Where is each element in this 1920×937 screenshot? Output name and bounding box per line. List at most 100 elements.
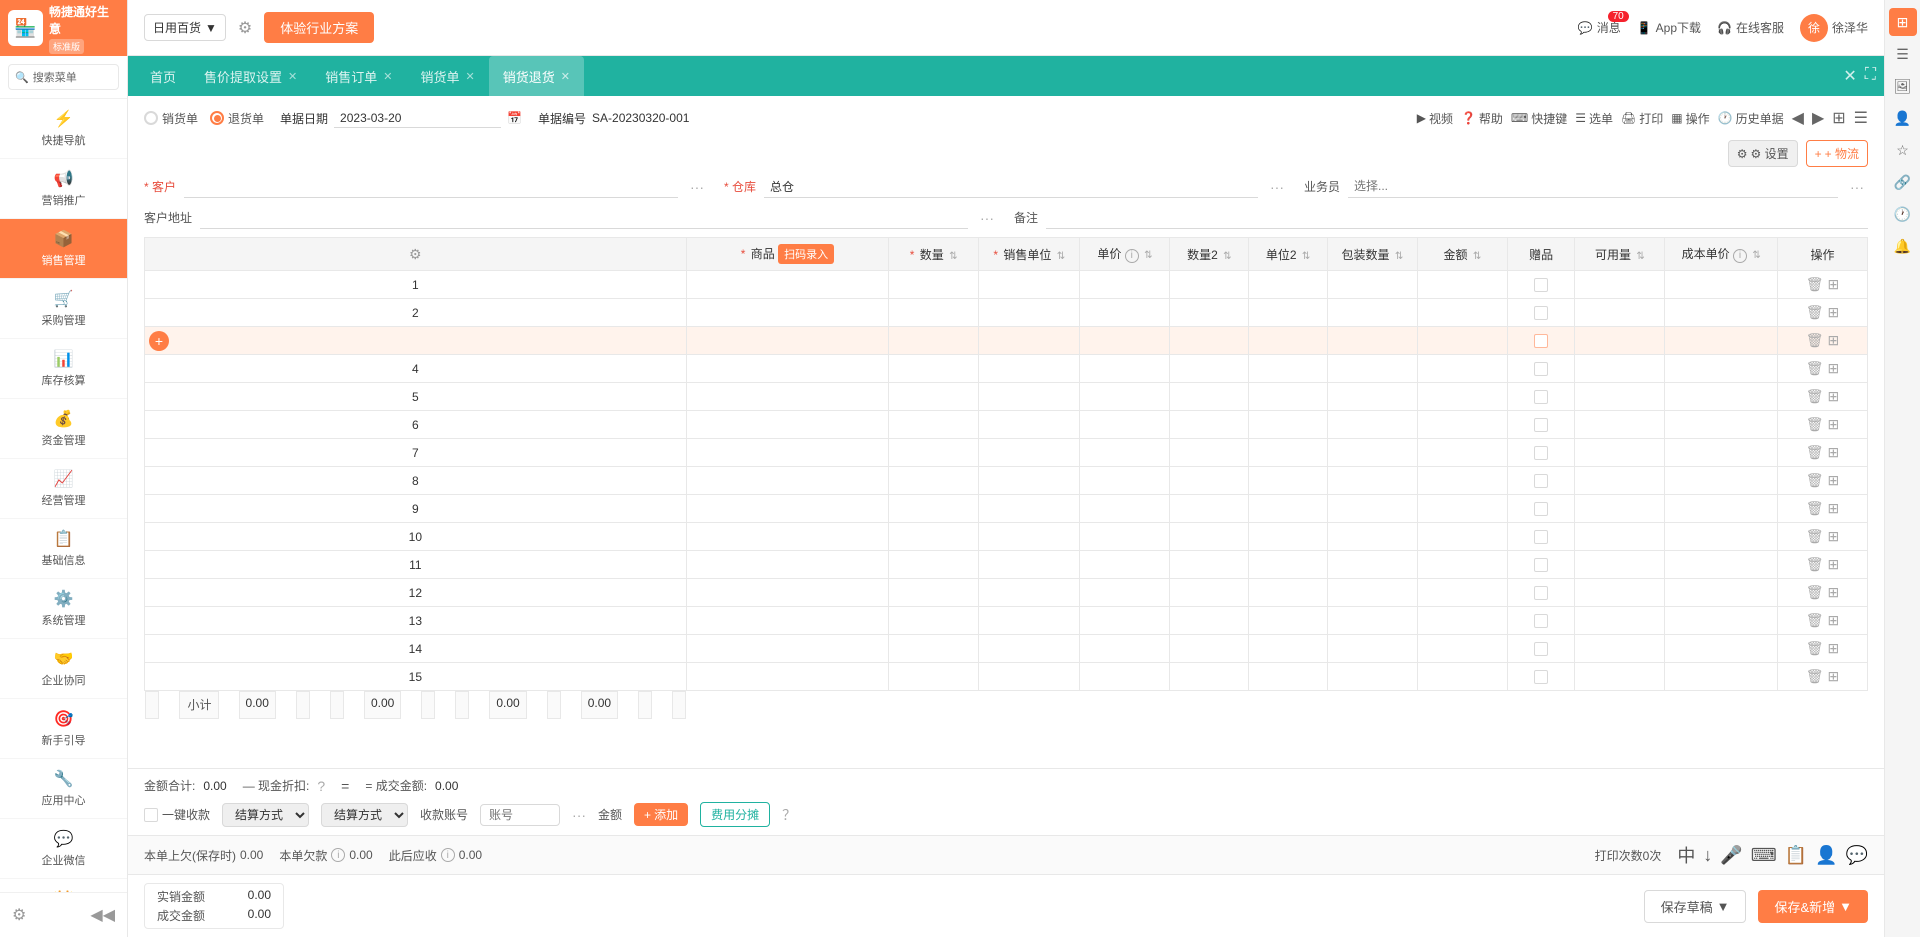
delete-row-2-btn[interactable]: 🗑 xyxy=(1806,304,1824,320)
maximize-button[interactable]: ⛶ xyxy=(1865,66,1876,86)
sidebar-item-purchase-mgmt[interactable]: 🛒 采购管理 xyxy=(0,279,127,339)
account-input[interactable] xyxy=(480,804,560,826)
amount-cell-3[interactable] xyxy=(1417,327,1507,355)
unit2-sort-icon[interactable]: ⇅ xyxy=(1302,251,1310,262)
copy-row-2-btn[interactable]: ⊞ xyxy=(1827,304,1839,320)
list-view-button[interactable]: ☰ xyxy=(1854,108,1868,128)
sidebar-item-marketing[interactable]: 📢 营销推广 xyxy=(0,159,127,219)
settlement-method-select[interactable]: 结算方式 xyxy=(222,803,309,827)
gift-cell-3[interactable] xyxy=(1507,327,1575,355)
taskbar-download-icon[interactable]: ↓ xyxy=(1703,845,1712,866)
close-price-setting-tab[interactable]: ✕ xyxy=(288,70,297,83)
unit2-cell-1[interactable] xyxy=(1249,271,1328,299)
taskbar-zh-icon[interactable]: 中 xyxy=(1677,842,1695,868)
sidebar-item-system[interactable]: ⚙️ 系统管理 xyxy=(0,579,127,639)
account-more-button[interactable]: ··· xyxy=(572,807,586,823)
taskbar-chat-icon[interactable]: 💬 xyxy=(1846,845,1868,866)
save-draft-button[interactable]: 保存草稿 ▼ xyxy=(1644,890,1747,923)
add-logistics-button[interactable]: + + 物流 xyxy=(1806,140,1868,167)
amount-cell-2[interactable] xyxy=(1417,299,1507,327)
tab-home[interactable]: 首页 xyxy=(136,56,190,96)
unit-cell-1[interactable] xyxy=(979,271,1080,299)
sidebar-item-enterprise[interactable]: 🤝 企业协同 xyxy=(0,639,127,699)
fee-question-icon[interactable]: ？ xyxy=(782,805,796,825)
price-info-icon[interactable]: i xyxy=(1125,249,1139,263)
sidebar-item-quick-nav[interactable]: ⚡ 快捷导航 xyxy=(0,99,127,159)
packqty-cell-1[interactable] xyxy=(1327,271,1417,299)
gift-checkbox-3[interactable] xyxy=(1534,334,1548,348)
receivable-info-icon[interactable]: i xyxy=(441,848,455,862)
close-sales-return-tab[interactable]: ✕ xyxy=(561,70,570,83)
panel-list-button[interactable]: ☰ xyxy=(1889,40,1917,68)
packqty-cell-3[interactable] xyxy=(1327,327,1417,355)
product-cell-1[interactable] xyxy=(686,271,889,299)
address-more-button[interactable]: ··· xyxy=(976,210,998,226)
sidebar-item-sales-mgmt[interactable]: 📦 销售管理 xyxy=(0,219,127,279)
taskbar-clipboard-icon[interactable]: 📋 xyxy=(1785,845,1807,866)
qty2-cell-2[interactable] xyxy=(1170,299,1249,327)
quantity-cell-1[interactable] xyxy=(889,271,979,299)
unit2-cell-3[interactable] xyxy=(1249,327,1328,355)
panel-history-button[interactable]: 🕐 xyxy=(1889,200,1917,228)
taskbar-user-icon[interactable]: 👤 xyxy=(1815,845,1837,866)
panel-link-button[interactable]: 🔗 xyxy=(1889,168,1917,196)
delete-row-3-btn[interactable]: 🗑 xyxy=(1806,332,1824,348)
quantity-sort-icon[interactable]: ⇅ xyxy=(949,251,957,262)
unit-cell-2[interactable] xyxy=(979,299,1080,327)
quantity-cell-2[interactable] xyxy=(889,299,979,327)
gift-checkbox-2[interactable] xyxy=(1534,306,1548,320)
shortcut-button[interactable]: ⌨ 快捷键 xyxy=(1511,110,1567,127)
search-menu-button[interactable]: 🔍 搜索菜单 xyxy=(8,64,119,90)
history-button[interactable]: 🕐 历史单据 xyxy=(1718,110,1784,127)
scan-input-button[interactable]: 扫码录入 xyxy=(778,244,834,264)
collapse-footer-btn[interactable]: ◀◀ xyxy=(86,901,119,929)
panel-star-button[interactable]: ☆ xyxy=(1889,136,1917,164)
available-cell-3[interactable] xyxy=(1575,327,1665,355)
add-row-button[interactable]: + xyxy=(149,331,169,351)
cash-discount-info-icon[interactable]: ? xyxy=(317,778,325,794)
panel-image-button[interactable]: 🖼 xyxy=(1889,72,1917,100)
app-download-button[interactable]: 📱 App下载 xyxy=(1637,19,1701,36)
sidebar-item-inventory[interactable]: 📊 库存核算 xyxy=(0,339,127,399)
product-cell-2[interactable] xyxy=(686,299,889,327)
user-button[interactable]: 徐 徐泽华 xyxy=(1800,14,1868,42)
prev-button[interactable]: ◀ xyxy=(1792,108,1804,128)
qty2-sort-icon[interactable]: ⇅ xyxy=(1223,251,1231,262)
gift-checkbox-1[interactable] xyxy=(1534,278,1548,292)
amount-sort-icon[interactable]: ⇅ xyxy=(1473,251,1481,262)
gift-cell-2[interactable] xyxy=(1507,299,1575,327)
online-service-button[interactable]: 🎧 在线客服 xyxy=(1717,19,1784,36)
panel-expand-button[interactable]: ⊞ xyxy=(1889,8,1917,36)
payment-checkbox[interactable] xyxy=(144,808,158,822)
save-new-button[interactable]: 保存&新增 ▼ xyxy=(1758,890,1868,923)
sidebar-item-enterprise-wechat[interactable]: 💬 企业微信 xyxy=(0,819,127,879)
customer-more-button[interactable]: ··· xyxy=(686,179,708,195)
single-owe-info-icon[interactable]: i xyxy=(331,848,345,862)
address-input[interactable] xyxy=(200,206,968,229)
radio-return[interactable]: 退货单 xyxy=(210,110,264,127)
operate-button[interactable]: ▦ 操作 xyxy=(1671,110,1709,127)
gift-cell-1[interactable] xyxy=(1507,271,1575,299)
breadcrumb-select[interactable]: 日用百货 ▼ xyxy=(144,14,226,41)
unit-cell-3[interactable] xyxy=(979,327,1080,355)
remarks-input[interactable] xyxy=(1046,206,1868,229)
calculation-method-select[interactable]: 结算方式 xyxy=(321,803,408,827)
product-cell-4[interactable] xyxy=(686,355,889,383)
gift-checkbox-4[interactable] xyxy=(1534,362,1548,376)
available-cell-1[interactable] xyxy=(1575,271,1665,299)
next-button[interactable]: ▶ xyxy=(1812,108,1824,128)
select-button[interactable]: ☰ 选单 xyxy=(1575,110,1613,127)
trial-button[interactable]: 体验行业方案 xyxy=(264,12,374,43)
tab-sales-return[interactable]: 销货退货 ✕ xyxy=(489,56,584,96)
price-cell-3[interactable] xyxy=(1080,327,1170,355)
copy-row-3-btn[interactable]: ⊞ xyxy=(1827,332,1839,348)
quantity-cell-3[interactable] xyxy=(889,327,979,355)
tab-sales-delivery[interactable]: 销货单 ✕ xyxy=(406,56,488,96)
add-cost-button[interactable]: + 添加 xyxy=(634,803,688,826)
qty2-cell-3[interactable] xyxy=(1170,327,1249,355)
print-button[interactable]: 🖨 打印 xyxy=(1621,110,1663,127)
grid-view-button[interactable]: ⊞ xyxy=(1832,108,1845,128)
copy-row-1-btn[interactable]: ⊞ xyxy=(1827,276,1839,292)
sidebar-item-operations[interactable]: 📈 经营管理 xyxy=(0,459,127,519)
panel-user-button[interactable]: 👤 xyxy=(1889,104,1917,132)
